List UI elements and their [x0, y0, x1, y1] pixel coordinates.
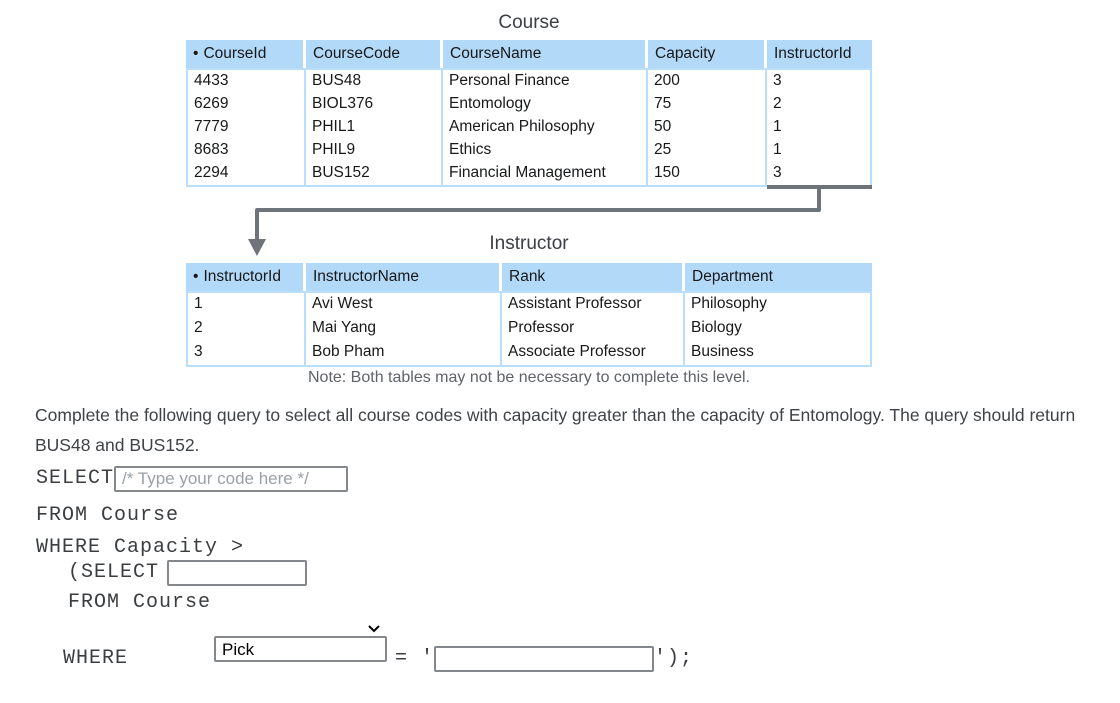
- code-line-subquery-select: (SELECT: [36, 560, 693, 586]
- instructor-header-instructorid: • InstructorId: [186, 263, 303, 291]
- cell: PHIL9: [306, 139, 443, 162]
- cell: Financial Management: [443, 162, 648, 185]
- course-header-capacity: Capacity: [648, 40, 764, 68]
- cell: Professor: [502, 317, 685, 341]
- cell: 4433: [188, 70, 306, 93]
- cell: 1: [773, 141, 782, 158]
- table-row: 2 Mai Yang Professor Biology: [188, 317, 870, 341]
- sql-close-sequence: ');: [654, 647, 694, 670]
- cell: Associate Professor: [502, 341, 685, 365]
- code-line-from: FROM Course: [36, 506, 693, 526]
- exercise-instructions: Complete the following query to select a…: [35, 405, 1076, 455]
- cell: 2: [188, 317, 306, 341]
- instructor-header-instructorname: InstructorName: [306, 263, 499, 291]
- code-line-subquery-where: WHERE Pick = ' ');: [36, 616, 693, 702]
- course-table: • CourseId CourseCode CourseName Capacity…: [186, 40, 872, 187]
- primary-key-bullet: •: [193, 268, 199, 285]
- table-row: 1 Avi West Assistant Professor Philosoph…: [188, 293, 870, 317]
- instructor-table: • InstructorId InstructorName Rank Depart…: [186, 263, 872, 367]
- sql-select-keyword: SELECT: [36, 467, 115, 490]
- cell: 6269: [188, 93, 306, 116]
- query-editor: SELECT FROM Course WHERE Capacity > (SEL…: [36, 466, 693, 702]
- table-row: 7779 PHIL1 American Philosophy 50 1: [188, 116, 870, 139]
- cell: 7779: [188, 116, 306, 139]
- cell: 3: [773, 164, 782, 181]
- cell: Avi West: [306, 293, 502, 317]
- column-dropdown-wrap: Pick: [136, 616, 388, 702]
- instructor-header-rank: Rank: [502, 263, 682, 291]
- cell: Ethics: [443, 139, 648, 162]
- sql-where-clause: WHERE Capacity >: [36, 536, 245, 559]
- cell: American Philosophy: [443, 116, 648, 139]
- table-row: 3 Bob Pham Associate Professor Business: [188, 341, 870, 365]
- sql-subquery-where-keyword: WHERE: [63, 647, 129, 670]
- table-row: 4433 BUS48 Personal Finance 200 3: [188, 70, 870, 93]
- cell: BIOL376: [306, 93, 443, 116]
- primary-key-bullet: •: [193, 45, 199, 62]
- cell: 1: [188, 293, 306, 317]
- sql-from-clause: FROM Course: [36, 504, 180, 527]
- cell: Business: [691, 343, 754, 360]
- cell: Mai Yang: [306, 317, 502, 341]
- course-table-body: 4433 BUS48 Personal Finance 200 3 6269 B…: [186, 68, 872, 187]
- cell: Biology: [691, 319, 742, 336]
- sql-subquery-open: (SELECT: [68, 561, 160, 584]
- cell: 25: [648, 139, 767, 162]
- sql-subquery-from: FROM Course: [68, 591, 212, 614]
- instructor-header-department: Department: [685, 263, 872, 291]
- code-line-where: WHERE Capacity >: [36, 538, 693, 558]
- course-header-coursecode: CourseCode: [306, 40, 440, 68]
- column-label: InstructorId: [203, 268, 281, 285]
- subquery-select-input[interactable]: [167, 560, 308, 586]
- code-line-select: SELECT: [36, 466, 693, 492]
- select-columns-input[interactable]: [114, 466, 349, 492]
- instructor-table-body: 1 Avi West Assistant Professor Philosoph…: [186, 291, 872, 367]
- course-table-title: Course: [498, 12, 560, 33]
- cell: 3: [188, 341, 306, 365]
- cell: Assistant Professor: [502, 293, 685, 317]
- table-row: 8683 PHIL9 Ethics 25 1: [188, 139, 870, 162]
- course-header-courseid: • CourseId: [186, 40, 303, 68]
- cell: Entomology: [443, 93, 648, 116]
- cell: 1: [773, 118, 782, 135]
- cell: 150: [648, 162, 767, 185]
- column-label: CourseId: [203, 45, 267, 62]
- sql-equals-quote: = ': [395, 647, 435, 670]
- instructor-table-header-row: • InstructorId InstructorName Rank Depart…: [186, 263, 872, 291]
- subquery-value-input[interactable]: [434, 646, 655, 672]
- code-line-subquery-from: FROM Course: [36, 593, 693, 613]
- chevron-down-icon: [368, 625, 380, 633]
- table-row: 2294 BUS152 Financial Management 150 3: [188, 162, 870, 185]
- cell: 8683: [188, 139, 306, 162]
- cell: 2294: [188, 162, 306, 185]
- course-table-header-row: • CourseId CourseCode CourseName Capacity…: [186, 40, 872, 68]
- cell: BUS152: [306, 162, 443, 185]
- cell: 3: [773, 72, 782, 89]
- table-row: 6269 BIOL376 Entomology 75 2: [188, 93, 870, 116]
- column-dropdown[interactable]: Pick: [214, 636, 388, 662]
- tables-note: Note: Both tables may not be necessary t…: [307, 369, 750, 386]
- cell: Philosophy: [691, 295, 767, 312]
- cell: BUS48: [306, 70, 443, 93]
- instructor-table-title: Instructor: [489, 233, 569, 254]
- cell: Personal Finance: [443, 70, 648, 93]
- cell: 2: [773, 95, 782, 112]
- course-header-instructorid: InstructorId: [767, 40, 872, 68]
- cell: Bob Pham: [306, 341, 502, 365]
- cell: 50: [648, 116, 767, 139]
- cell: 75: [648, 93, 767, 116]
- course-header-coursename: CourseName: [443, 40, 645, 68]
- cell: 200: [648, 70, 767, 93]
- cell: PHIL1: [306, 116, 443, 139]
